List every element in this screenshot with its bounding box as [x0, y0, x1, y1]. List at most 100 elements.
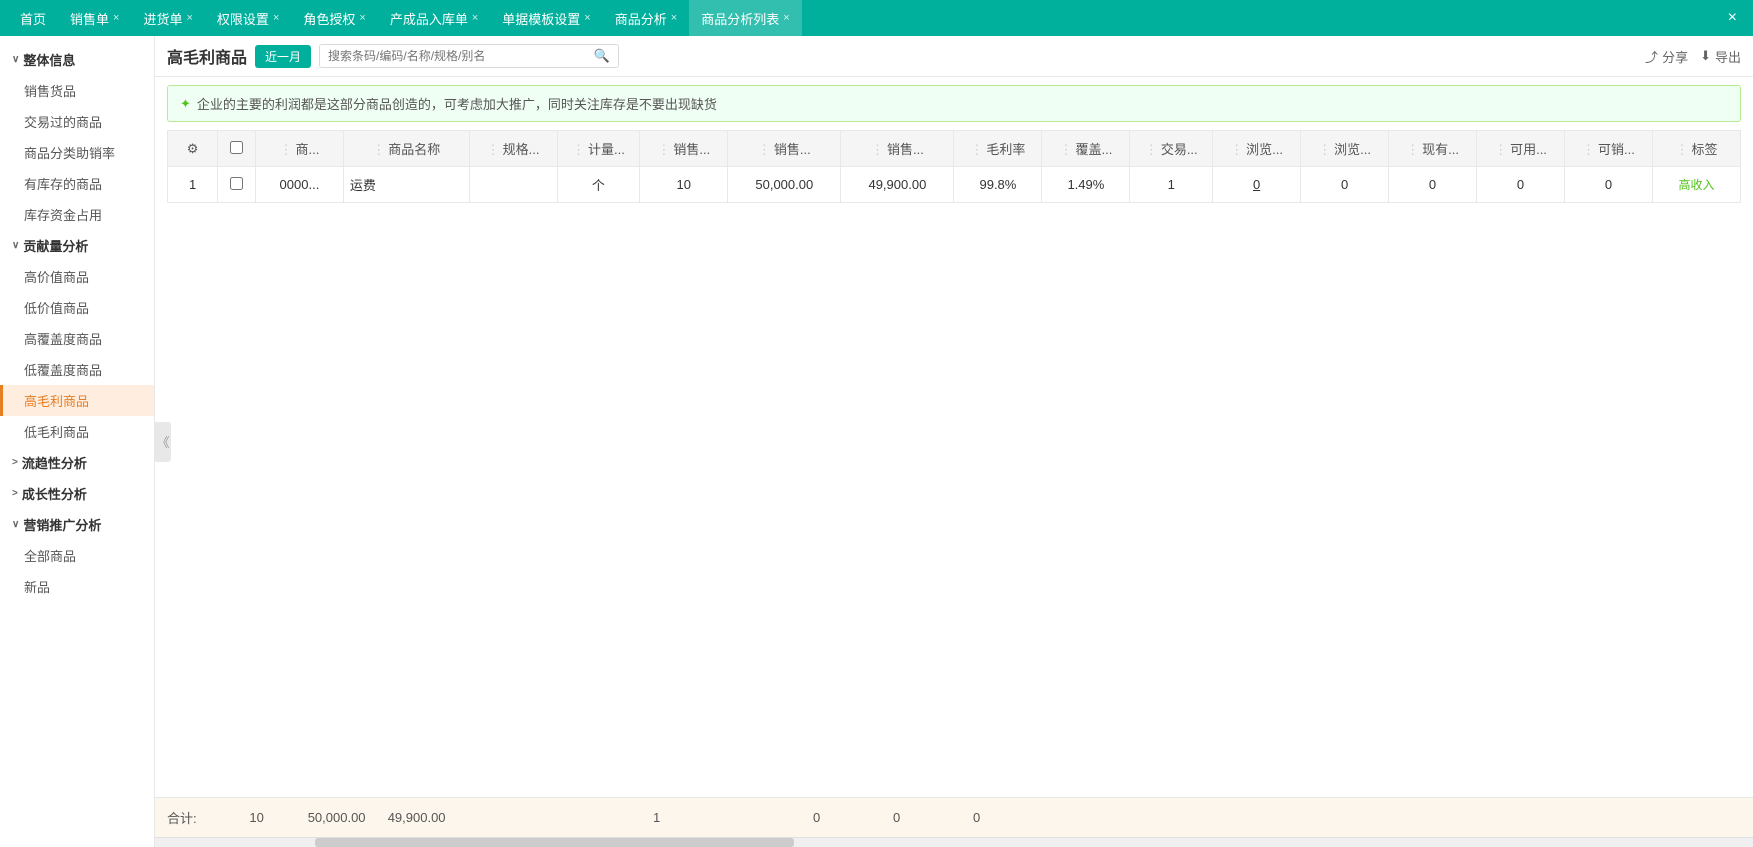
share-icon: ⤴ [1645, 47, 1658, 66]
footer-cell-13: 0 [777, 810, 857, 825]
col-label-16: 可销... [1598, 142, 1635, 157]
col-header-3[interactable]: ⋮商品名称 [343, 131, 469, 167]
col-header-10[interactable]: ⋮覆盖... [1042, 131, 1130, 167]
sidebar-item-高毛利商品[interactable]: 高毛利商品 [0, 385, 154, 416]
top-nav: 首页销售单 ×进货单 ×权限设置 ×角色授权 ×产成品入库单 ×单据模板设置 ×… [0, 0, 1753, 36]
col-header-11[interactable]: ⋮交易... [1130, 131, 1213, 167]
sidebar-group-成长性分析[interactable]: >成长性分析 [0, 478, 154, 509]
table-row: 10000...运费个1050,000.0049,900.0099.8%1.49… [168, 167, 1741, 203]
chevron-icon: ∨ [12, 519, 19, 530]
sidebar-item-交易过的商品[interactable]: 交易过的商品 [0, 106, 154, 137]
col-header-14[interactable]: ⋮现有... [1389, 131, 1477, 167]
checkbox-cell[interactable] [218, 167, 256, 203]
sidebar-group-流趋性分析[interactable]: >流趋性分析 [0, 447, 154, 478]
nav-close-icon[interactable]: × [783, 12, 789, 24]
transaction-cell: 1 [1130, 167, 1213, 203]
footer-totals: 1050,000.0049,900.001000 [217, 810, 1741, 825]
nav-item-权限设置[interactable]: 权限设置 × [205, 0, 291, 36]
sidebar-item-销售货品[interactable]: 销售货品 [0, 75, 154, 106]
col-header-7[interactable]: ⋮销售... [728, 131, 841, 167]
col-header-17[interactable]: ⋮标签 [1652, 131, 1740, 167]
col-label-9: 毛利率 [986, 142, 1025, 157]
col-header-4[interactable]: ⋮规格... [469, 131, 557, 167]
col-header-8[interactable]: ⋮销售... [841, 131, 954, 167]
footer-cell-11: 1 [617, 810, 697, 825]
sales-qty-cell: 10 [640, 167, 728, 203]
col-header-16[interactable]: ⋮可销... [1564, 131, 1652, 167]
col-header-13[interactable]: ⋮浏览... [1301, 131, 1389, 167]
nav-close-icon[interactable]: × [359, 12, 365, 24]
sidebar-item-库存资金占用[interactable]: 库存资金占用 [0, 199, 154, 230]
nav-item-商品分析[interactable]: 商品分析 × [603, 0, 689, 36]
nav-close-icon[interactable]: × [273, 12, 279, 24]
sidebar-group-label: 贡献量分析 [23, 236, 88, 255]
spec-cell [469, 167, 557, 203]
sidebar-item-高覆盖度商品[interactable]: 高覆盖度商品 [0, 323, 154, 354]
sidebar-group-label: 整体信息 [23, 50, 75, 69]
nav-item-产成品入库单[interactable]: 产成品入库单 × [378, 0, 490, 36]
col-label-10: 覆盖... [1075, 142, 1112, 157]
col-header-2[interactable]: ⋮商... [255, 131, 343, 167]
share-button[interactable]: ⤴ 分享 [1645, 47, 1688, 66]
browse-link[interactable]: 0 [1253, 177, 1260, 192]
sidebar-item-有库存的商品[interactable]: 有库存的商品 [0, 168, 154, 199]
chevron-icon: ∨ [12, 240, 19, 251]
sidebar-group-整体信息[interactable]: ∨整体信息 [0, 44, 154, 75]
sidebar-item-全部商品[interactable]: 全部商品 [0, 540, 154, 571]
nav-item-销售单[interactable]: 销售单 × [58, 0, 131, 36]
sidebar-item-低价值商品[interactable]: 低价值商品 [0, 292, 154, 323]
nav-item-单据模板设置[interactable]: 单据模板设置 × [490, 0, 602, 36]
col-label-15: 可用... [1510, 142, 1547, 157]
sidebar-item-商品分类助销率[interactable]: 商品分类助销率 [0, 137, 154, 168]
col-label-8: 销售... [887, 142, 924, 157]
col-label-14: 现有... [1422, 142, 1459, 157]
nav-close-icon[interactable]: × [472, 12, 478, 24]
sidebar-group-label: 成长性分析 [22, 484, 87, 503]
settings-icon[interactable]: ⚙ [187, 141, 199, 156]
col-header-15[interactable]: ⋮可用... [1477, 131, 1565, 167]
col-header-12[interactable]: ⋮浏览... [1213, 131, 1301, 167]
info-icon: ✦ [180, 96, 191, 112]
date-filter-button[interactable]: 近一月 [255, 45, 311, 68]
close-window-button[interactable]: × [1720, 9, 1745, 27]
browse1-cell[interactable]: 0 [1213, 167, 1301, 203]
bottom-scrollbar[interactable] [155, 837, 1753, 847]
seq-cell: 1 [168, 167, 218, 203]
col-label-6: 销售... [673, 142, 710, 157]
footer-label: 合计: [167, 808, 197, 827]
col-header-9[interactable]: ⋮毛利率 [954, 131, 1042, 167]
row-checkbox[interactable] [230, 177, 243, 190]
col-header-5[interactable]: ⋮计量... [557, 131, 640, 167]
nav-item-商品分析列表[interactable]: 商品分析列表 × [689, 0, 801, 36]
code-cell: 0000... [255, 167, 343, 203]
footer-bar: 合计: 1050,000.0049,900.001000 [155, 797, 1753, 837]
main-area: ∨整体信息销售货品交易过的商品商品分类助销率有库存的商品库存资金占用∨贡献量分析… [0, 36, 1753, 847]
sales-amt-cell: 50,000.00 [728, 167, 841, 203]
header-actions: ⤴ 分享 ⬇ 导出 [1645, 47, 1741, 66]
search-input[interactable] [328, 49, 594, 63]
sidebar-group-贡献量分析[interactable]: ∨ 贡献量分析 [0, 230, 154, 261]
nav-close-icon[interactable]: × [113, 12, 119, 24]
search-icon[interactable]: 🔍 [594, 48, 610, 64]
nav-close-icon[interactable]: × [671, 12, 677, 24]
sidebar-group-营销推广分析[interactable]: ∨营销推广分析 [0, 509, 154, 540]
sidebar: ∨整体信息销售货品交易过的商品商品分类助销率有库存的商品库存资金占用∨贡献量分析… [0, 36, 155, 847]
nav-item-角色授权[interactable]: 角色授权 × [291, 0, 377, 36]
data-table: ⚙⋮商...⋮商品名称⋮规格...⋮计量...⋮销售...⋮销售...⋮销售..… [167, 130, 1741, 203]
nav-item-进货单[interactable]: 进货单 × [131, 0, 204, 36]
sidebar-item-新品[interactable]: 新品 [0, 571, 154, 602]
tag-label: 高收入 [1678, 178, 1714, 192]
footer-cell-7: 50,000.00 [297, 810, 377, 825]
collapse-sidebar-button[interactable]: 《 [155, 422, 171, 462]
nav-item-首页[interactable]: 首页 [8, 0, 58, 36]
footer-cell-8: 49,900.00 [377, 810, 457, 825]
export-button[interactable]: ⬇ 导出 [1700, 47, 1741, 66]
sidebar-item-高价值商品[interactable]: 高价值商品 [0, 261, 154, 292]
sidebar-item-低毛利商品[interactable]: 低毛利商品 [0, 416, 154, 447]
sidebar-group-label: 流趋性分析 [22, 453, 87, 472]
select-all-checkbox[interactable] [230, 141, 243, 154]
nav-close-icon[interactable]: × [186, 12, 192, 24]
sidebar-item-低覆盖度商品[interactable]: 低覆盖度商品 [0, 354, 154, 385]
nav-close-icon[interactable]: × [584, 12, 590, 24]
col-header-6[interactable]: ⋮销售... [640, 131, 728, 167]
